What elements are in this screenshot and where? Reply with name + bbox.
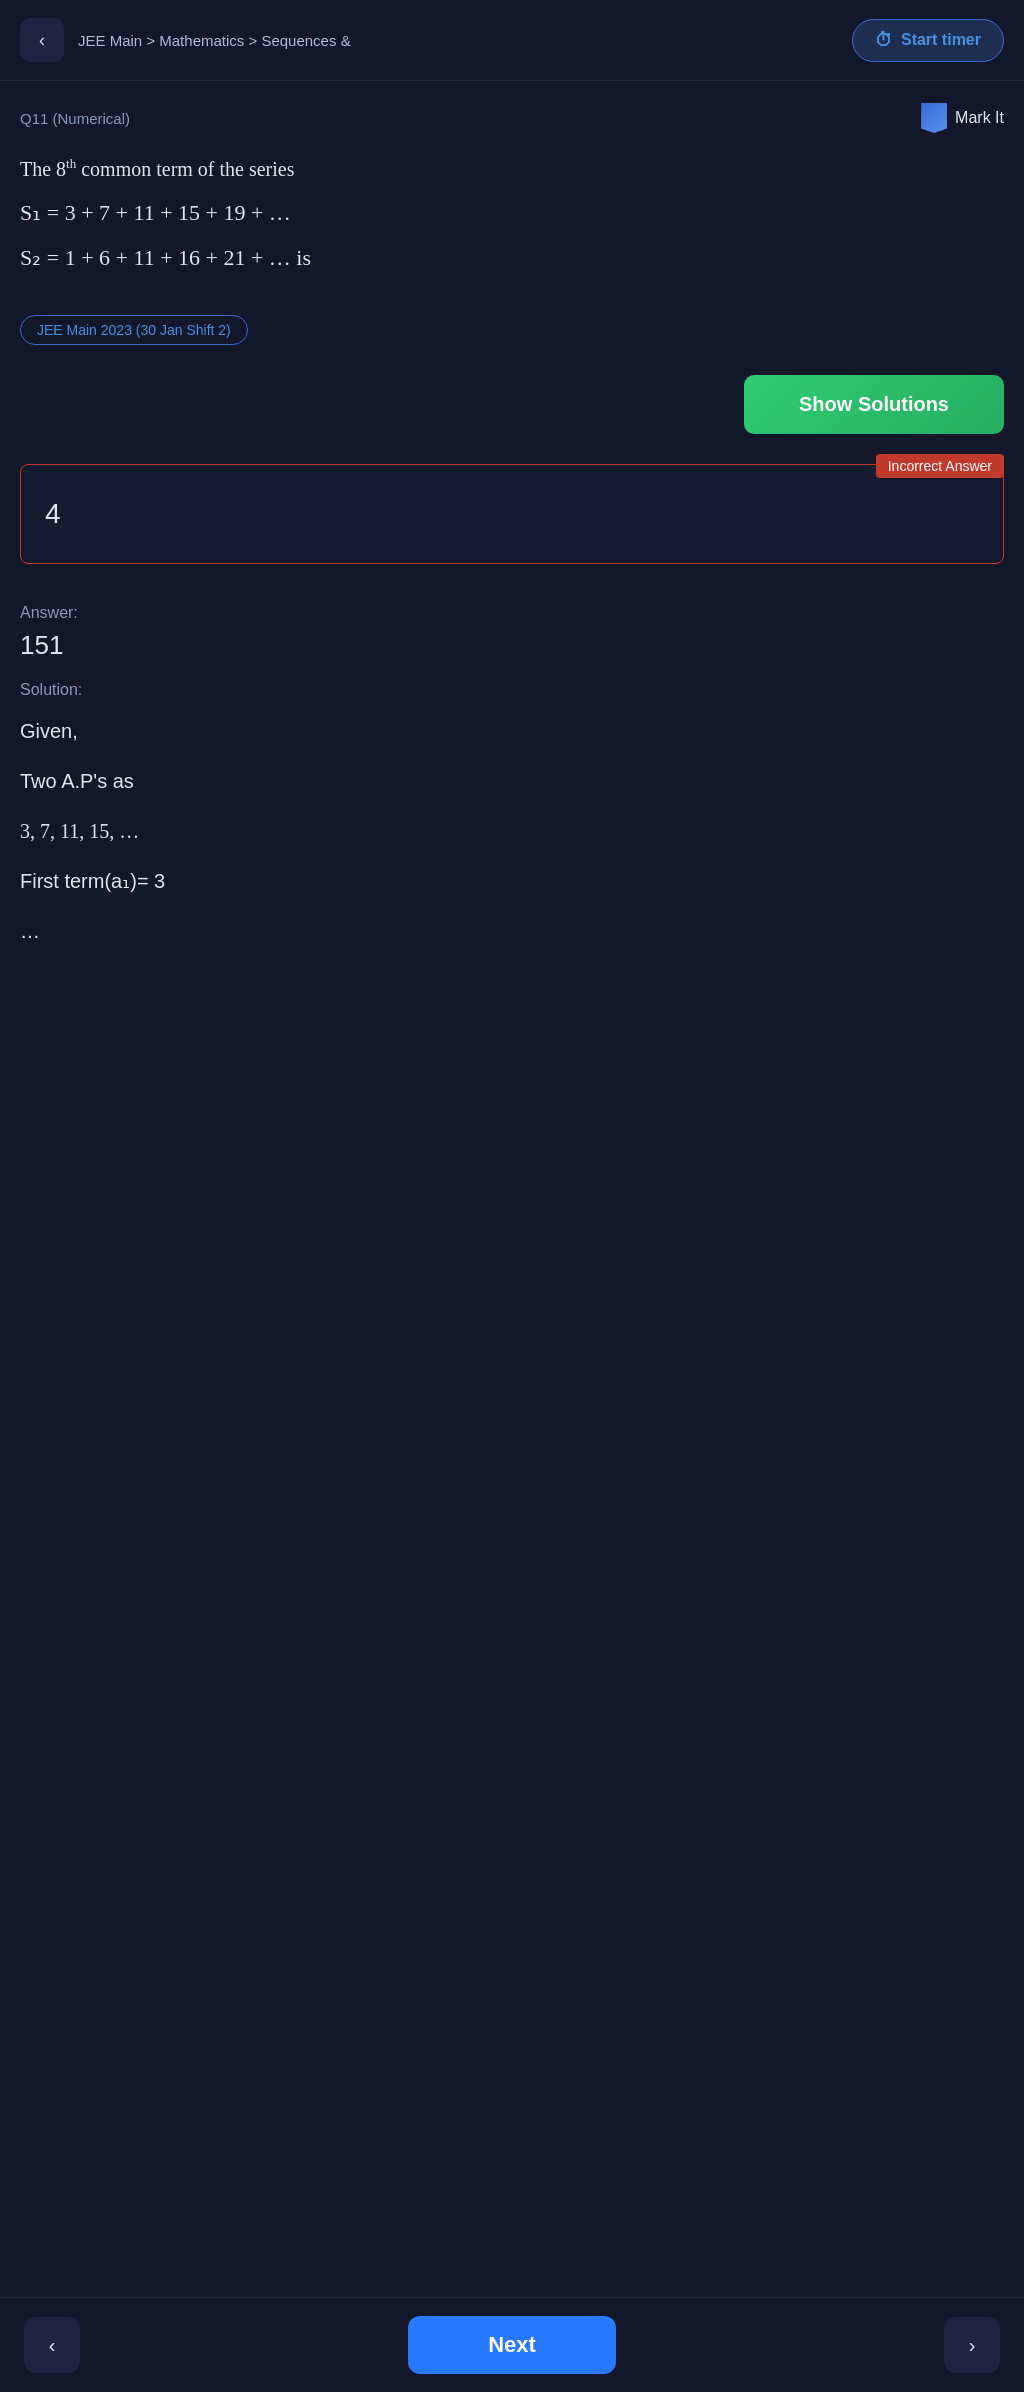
start-timer-label: Start timer [901, 31, 981, 49]
bottom-navigation: ‹ Next › [0, 2297, 1024, 2392]
breadcrumb: JEE Main > Mathematics > Sequences & [78, 32, 351, 49]
solution-text: Given, Two A.P's as 3, 7, 11, 15, … Firs… [20, 713, 1004, 949]
series1-line: S₁ = 3 + 7 + 11 + 15 + 19 + … [20, 195, 1004, 230]
question-header: Q11 (Numerical) Mark It [0, 81, 1024, 143]
question-content: The 8th common term of the series S₁ = 3… [0, 143, 1024, 305]
bottom-spacer [0, 973, 1024, 1073]
exam-tag: JEE Main 2023 (30 Jan Shift 2) [20, 315, 248, 345]
header: ‹ JEE Main > Mathematics > Sequences & ⏱… [0, 0, 1024, 81]
answer-input-value: 4 [45, 498, 61, 530]
prev-button[interactable]: ‹ [24, 2317, 80, 2373]
question-sup: th [66, 156, 76, 171]
answer-label: Answer: [20, 604, 1004, 622]
forward-icon: › [969, 2334, 976, 2357]
next-button[interactable]: Next [408, 2316, 616, 2374]
mark-it-button[interactable]: Mark It [921, 103, 1004, 133]
incorrect-answer-label: Incorrect Answer [876, 454, 1004, 478]
tag-section: JEE Main 2023 (30 Jan Shift 2) [0, 305, 1024, 365]
solution-given: Given, [20, 713, 1004, 749]
question-intro: The 8th common term of the series [20, 153, 1004, 185]
solution-two-aps: Two A.P's as [20, 763, 1004, 799]
solutions-section: Show Solutions [0, 365, 1024, 454]
prev-icon: ‹ [49, 2334, 56, 2357]
solution-more: … [20, 913, 1004, 949]
question-type: Q11 (Numerical) [20, 110, 130, 127]
solution-area: Answer: 151 Solution: Given, Two A.P's a… [0, 594, 1024, 973]
solution-first-term: First term(a₁)= 3 [20, 863, 1004, 899]
bookmark-icon [921, 103, 947, 133]
question-intro-rest: common term of the series [76, 158, 294, 180]
answer-number: 151 [20, 630, 1004, 661]
back-button[interactable]: ‹ [20, 18, 64, 62]
back-icon: ‹ [39, 30, 45, 51]
solution-series: 3, 7, 11, 15, … [20, 813, 1004, 849]
forward-button[interactable]: › [944, 2317, 1000, 2373]
mark-it-label: Mark It [955, 109, 1004, 127]
answer-input-box[interactable]: 4 [20, 464, 1004, 564]
show-solutions-button[interactable]: Show Solutions [744, 375, 1004, 434]
start-timer-button[interactable]: ⏱ Start timer [852, 19, 1004, 62]
solution-label: Solution: [20, 681, 1004, 699]
header-left: ‹ JEE Main > Mathematics > Sequences & [20, 18, 351, 62]
answer-section: Incorrect Answer 4 [0, 454, 1024, 594]
series2-line: S₂ = 1 + 6 + 11 + 16 + 21 + … is [20, 240, 1004, 275]
question-intro-text: The 8 [20, 158, 66, 180]
timer-icon: ⏱ [875, 30, 893, 51]
